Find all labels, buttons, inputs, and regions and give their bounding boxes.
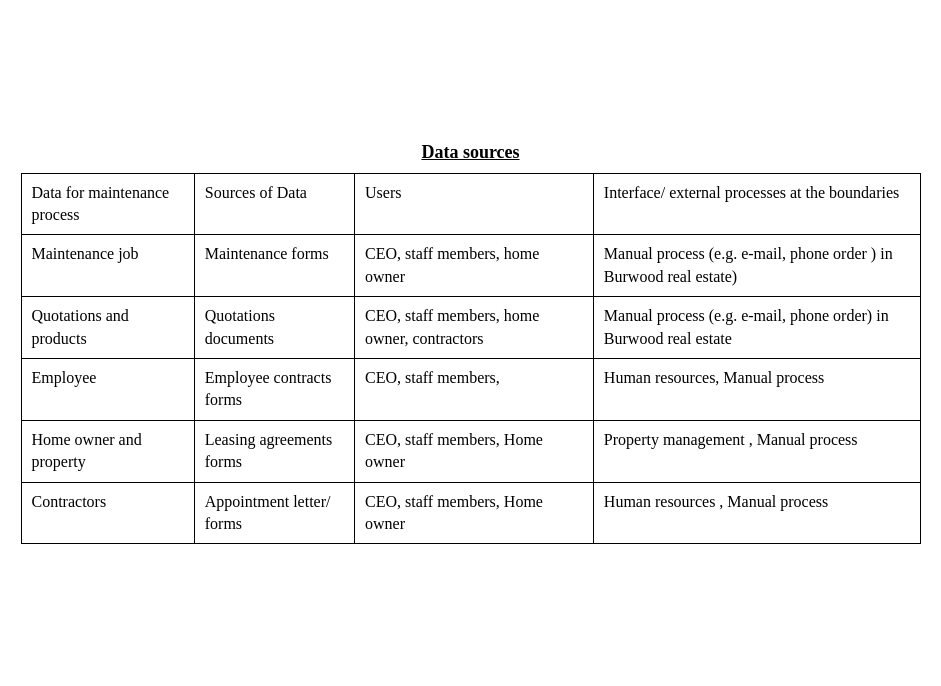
- row-0-col3: CEO, staff members, home owner: [355, 235, 594, 297]
- header-col2: Sources of Data: [194, 173, 354, 235]
- row-2-col4: Human resources, Manual process: [593, 359, 920, 421]
- table-header-row: Data for maintenance process Sources of …: [21, 173, 920, 235]
- row-1-col2: Quotations documents: [194, 297, 354, 359]
- row-0-col2: Maintenance forms: [194, 235, 354, 297]
- row-3-col2: Leasing agreements forms: [194, 420, 354, 482]
- row-1-col1: Quotations and products: [21, 297, 194, 359]
- row-0-col4: Manual process (e.g. e-mail, phone order…: [593, 235, 920, 297]
- table-row: Quotations and productsQuotations docume…: [21, 297, 920, 359]
- row-1-col4: Manual process (e.g. e-mail, phone order…: [593, 297, 920, 359]
- row-4-col2: Appointment letter/ forms: [194, 482, 354, 544]
- row-4-col4: Human resources , Manual process: [593, 482, 920, 544]
- table-title: Data sources: [21, 142, 921, 163]
- table-row: Home owner and propertyLeasing agreement…: [21, 420, 920, 482]
- row-2-col3: CEO, staff members,: [355, 359, 594, 421]
- data-sources-table: Data for maintenance process Sources of …: [21, 173, 921, 545]
- row-2-col2: Employee contracts forms: [194, 359, 354, 421]
- row-3-col4: Property management , Manual process: [593, 420, 920, 482]
- table-row: ContractorsAppointment letter/ formsCEO,…: [21, 482, 920, 544]
- row-4-col1: Contractors: [21, 482, 194, 544]
- header-col4: Interface/ external processes at the bou…: [593, 173, 920, 235]
- row-3-col1: Home owner and property: [21, 420, 194, 482]
- header-col3: Users: [355, 173, 594, 235]
- row-2-col1: Employee: [21, 359, 194, 421]
- table-row: EmployeeEmployee contracts formsCEO, sta…: [21, 359, 920, 421]
- row-1-col3: CEO, staff members, home owner, contract…: [355, 297, 594, 359]
- table-row: Maintenance jobMaintenance formsCEO, sta…: [21, 235, 920, 297]
- row-0-col1: Maintenance job: [21, 235, 194, 297]
- main-container: Data sources Data for maintenance proces…: [21, 142, 921, 545]
- row-4-col3: CEO, staff members, Home owner: [355, 482, 594, 544]
- row-3-col3: CEO, staff members, Home owner: [355, 420, 594, 482]
- header-col1: Data for maintenance process: [21, 173, 194, 235]
